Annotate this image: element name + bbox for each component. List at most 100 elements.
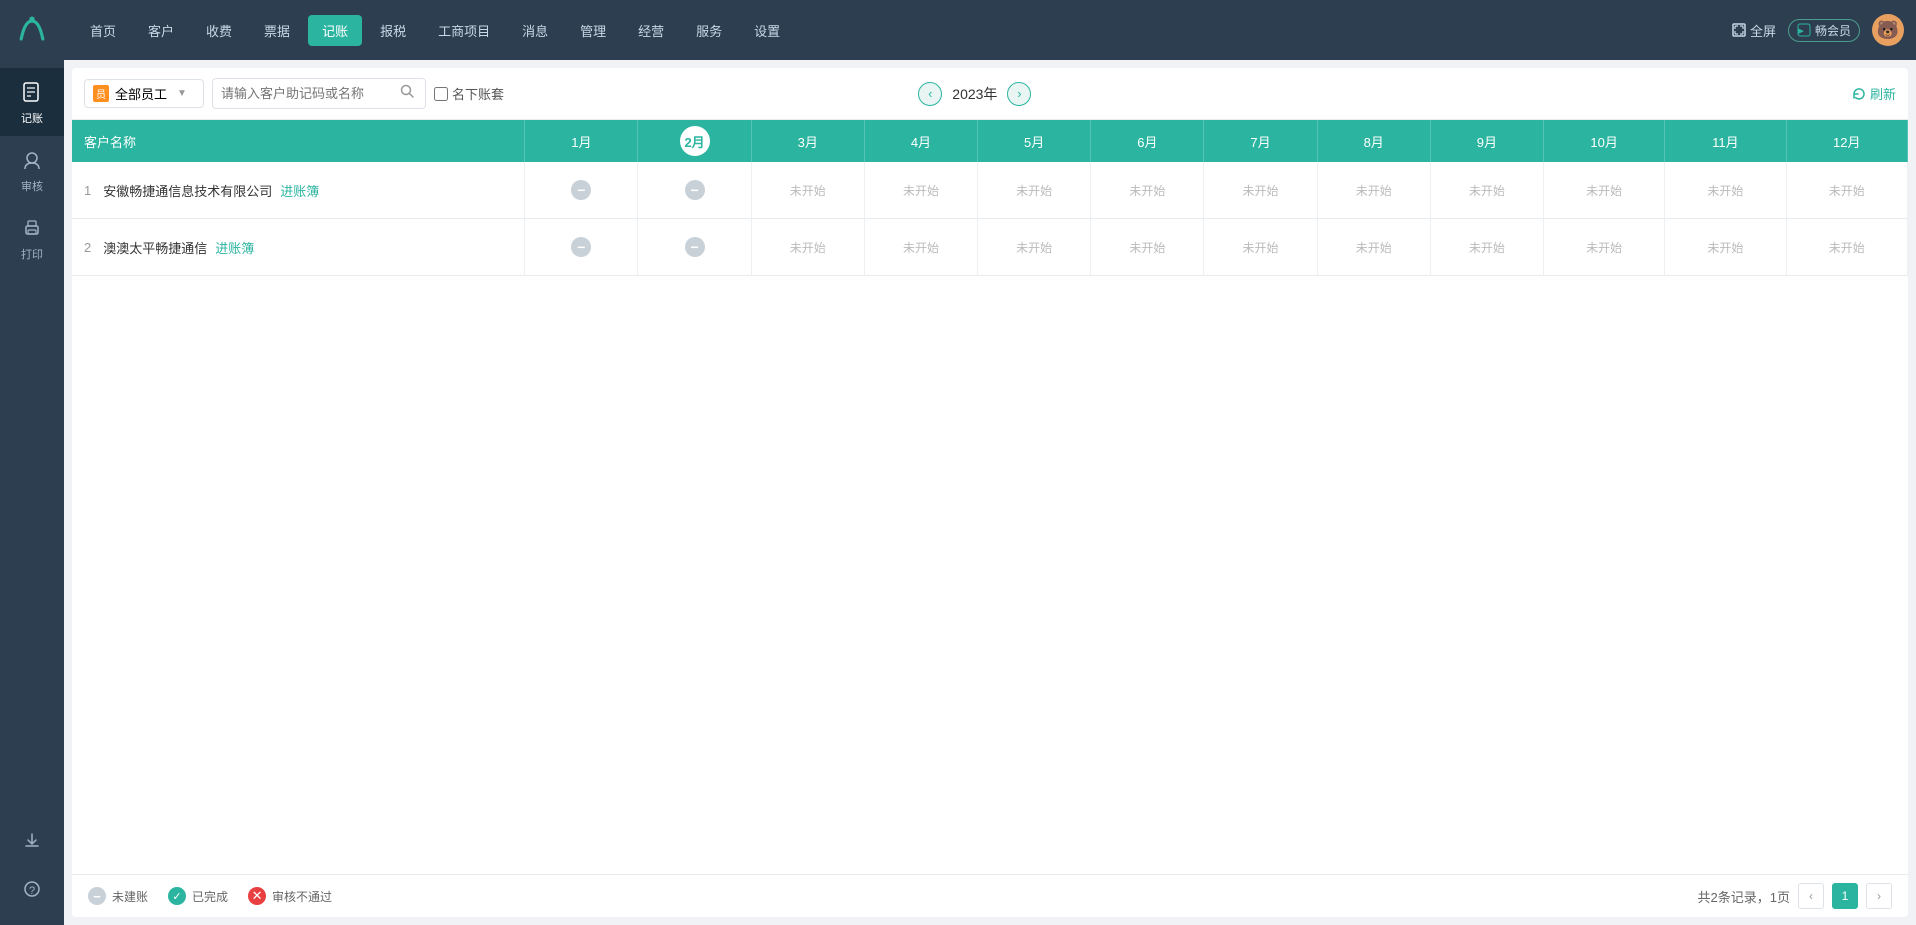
row1-name-cell: 1 安徽畅捷通信息技术有限公司 进账簿 [72,162,525,219]
topnav-manage[interactable]: 管理 [566,15,620,46]
row1-may-status: 未开始 [1016,184,1052,198]
legend-red-icon: ✕ [248,887,266,905]
col-feb: 2月 [638,120,751,162]
row2-jul: 未开始 [1204,219,1317,276]
row2-oct-status: 未开始 [1586,241,1622,255]
row2-dec: 未开始 [1786,219,1907,276]
row1-feb: − [638,162,751,219]
topnav-invoice[interactable]: 票据 [250,15,304,46]
refresh-button[interactable]: 刷新 [1852,84,1896,103]
bookkeeping-icon [18,78,46,106]
next-year-button[interactable]: › [1007,82,1031,106]
row1-nov-status: 未开始 [1707,184,1743,198]
row1-oct-status: 未开始 [1586,184,1622,198]
row2-jun-status: 未开始 [1129,241,1165,255]
sidebar-bottom: ? [0,817,64,925]
row1-enter-link[interactable]: 进账簿 [280,181,319,200]
row1-mar: 未开始 [751,162,864,219]
topnav-client[interactable]: 客户 [134,15,188,46]
topnav-fee[interactable]: 收费 [192,15,246,46]
table-row: 2 澳澳太平畅捷通信 进账簿 − − 未开始 未开始 未开始 未开始 未开始 未… [72,219,1908,276]
legend-rejected-label: 审核不通过 [272,888,332,905]
svg-text:?: ? [29,885,35,897]
table-header-row: 客户名称 1月 2月 3月 4月 5月 6月 7月 8月 9月 10月 11月 [72,120,1908,162]
row1-nov: 未开始 [1665,162,1786,219]
col-client-name: 客户名称 [72,120,525,162]
row2-jan-status: − [571,237,591,257]
sidebar-item-help[interactable]: ? [0,865,64,913]
row2-feb-status: − [685,237,705,257]
row1-aug-status: 未开始 [1356,184,1392,198]
sidebar: 记账 审核 打印 [0,0,64,925]
row2-dec-status: 未开始 [1829,241,1865,255]
row1-jun-status: 未开始 [1129,184,1165,198]
row2-nov: 未开始 [1665,219,1786,276]
prev-year-button[interactable]: ‹ [918,82,942,106]
topnav-business[interactable]: 工商项目 [424,15,504,46]
row2-sep-status: 未开始 [1469,241,1505,255]
next-page-button[interactable]: › [1866,883,1892,909]
employee-select-label: 全部员工 [115,84,167,103]
row1-aug: 未开始 [1317,162,1430,219]
row1-client-name: 安徽畅捷通信息技术有限公司 [103,181,272,200]
row1-jan: − [525,162,638,219]
legend-completed-label: 已完成 [192,888,228,905]
search-button[interactable] [397,83,417,104]
page-1-button[interactable]: 1 [1832,883,1858,909]
topnav-tax[interactable]: 报税 [366,15,420,46]
row1-dec-status: 未开始 [1829,184,1865,198]
vip-button[interactable]: ▶ 畅会员 [1788,19,1860,42]
year-display: 2023年 [952,84,997,104]
my-accounts-checkbox[interactable] [434,87,448,101]
row1-jan-status: − [571,180,591,200]
sidebar-item-bookkeeping[interactable]: 记账 [0,68,64,136]
fullscreen-label: 全屏 [1750,21,1776,40]
search-input-wrap [212,78,426,109]
row2-aug-status: 未开始 [1356,241,1392,255]
employee-select[interactable]: 员 全部员工 ▼ [84,79,204,108]
col-mar: 3月 [751,120,864,162]
row2-enter-link[interactable]: 进账簿 [215,238,254,257]
row2-sep: 未开始 [1430,219,1543,276]
row2-jan: − [525,219,638,276]
row1-jul-status: 未开始 [1243,184,1279,198]
sidebar-item-audit[interactable]: 审核 [0,136,64,204]
topnav-operation[interactable]: 经营 [624,15,678,46]
topnav-service[interactable]: 服务 [682,15,736,46]
row2-name-cell: 2 澳澳太平畅捷通信 进账簿 [72,219,525,276]
svg-text:▶: ▶ [1798,28,1804,35]
sidebar-item-download[interactable] [0,817,64,865]
row1-num: 1 [84,183,91,198]
employee-select-arrow: ▼ [177,88,187,99]
col-sep: 9月 [1430,120,1543,162]
prev-page-button[interactable]: ‹ [1798,883,1824,909]
row1-apr: 未开始 [864,162,977,219]
row1-jun: 未开始 [1091,162,1204,219]
topnav-message[interactable]: 消息 [508,15,562,46]
main-area: 首页 客户 收费 票据 记账 报税 工商项目 消息 管理 经营 服务 设置 全屏… [64,0,1916,925]
topnav-settings[interactable]: 设置 [740,15,794,46]
row2-feb: − [638,219,751,276]
row2-client-name: 澳澳太平畅捷通信 [103,238,207,257]
help-icon: ? [18,875,46,903]
legend-completed: ✓ 已完成 [168,887,228,905]
my-accounts-checkbox-wrap[interactable]: 名下账套 [434,84,504,103]
col-oct: 10月 [1543,120,1664,162]
col-jun: 6月 [1091,120,1204,162]
row1-sep: 未开始 [1430,162,1543,219]
legend-teal-icon: ✓ [168,887,186,905]
row2-apr: 未开始 [864,219,977,276]
row1-oct: 未开始 [1543,162,1664,219]
topnav-home[interactable]: 首页 [76,15,130,46]
download-icon [18,827,46,855]
content-area: 员 全部员工 ▼ 名下账套 ‹ 2023年 › [72,68,1908,917]
row2-mar-status: 未开始 [790,241,826,255]
sidebar-item-print[interactable]: 打印 [0,204,64,272]
row2-jun: 未开始 [1091,219,1204,276]
table-row: 1 安徽畅捷通信息技术有限公司 进账簿 − − 未开始 未开始 未开始 未开始 … [72,162,1908,219]
user-avatar[interactable]: 🐻 [1872,14,1904,46]
fullscreen-button[interactable]: 全屏 [1732,21,1776,40]
row2-may-status: 未开始 [1016,241,1052,255]
search-input[interactable] [221,86,397,101]
topnav-bookkeeping[interactable]: 记账 [308,15,362,46]
